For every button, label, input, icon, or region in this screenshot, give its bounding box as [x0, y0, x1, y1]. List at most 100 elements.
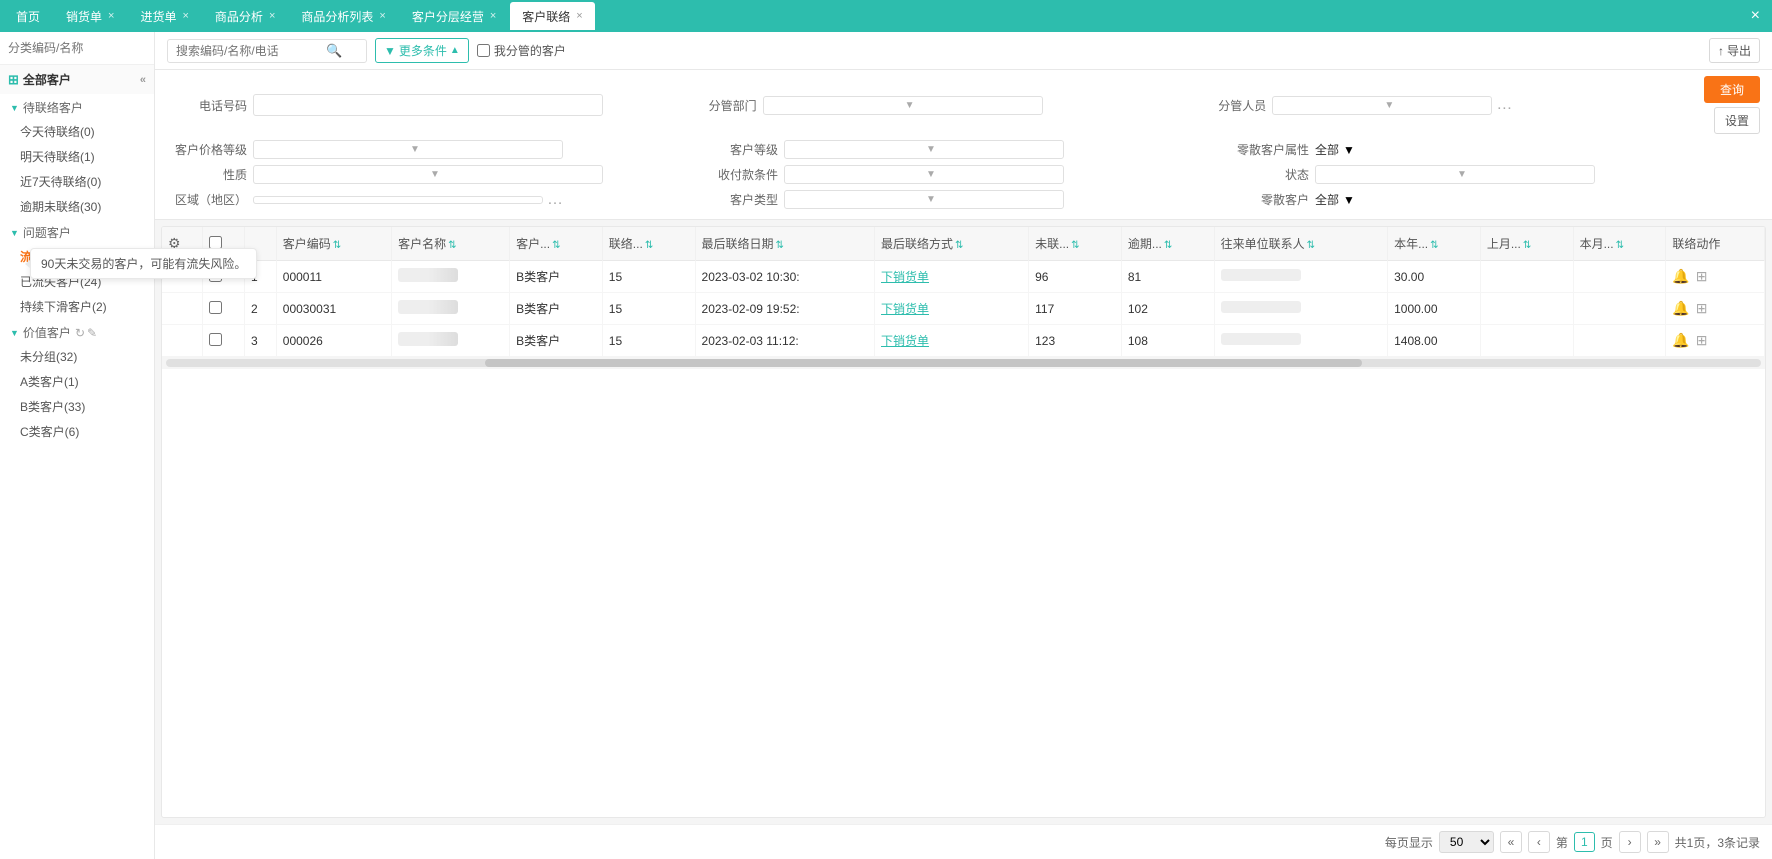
sidebar-item-overdue-contact[interactable]: 逾期未联络(30) — [0, 194, 154, 219]
th-name[interactable]: 客户名称⇅ — [392, 227, 510, 261]
tab-product-analysis-list[interactable]: 商品分析列表 × — [289, 2, 397, 30]
filter-select-region[interactable] — [253, 196, 543, 204]
tab-close-product-analysis[interactable]: × — [269, 10, 275, 22]
sidebar-item-class-c[interactable]: C类客户(6) — [0, 419, 154, 444]
th-this-year[interactable]: 本年...⇅ — [1388, 227, 1481, 261]
sidebar-item-today-contact[interactable]: 今天待联络(0) — [0, 119, 154, 144]
tab-sales-order[interactable]: 销货单 × — [54, 2, 126, 30]
sidebar-item-7day-contact[interactable]: 近7天待联络(0) — [0, 169, 154, 194]
caret-level: ▼ — [926, 144, 1057, 155]
last-page-btn[interactable]: » — [1647, 831, 1669, 853]
scrollbar-thumb[interactable] — [485, 359, 1362, 367]
filter-label-retail: 零散客户 — [1229, 191, 1309, 208]
caret-retail-attr: ▼ — [1343, 143, 1355, 157]
query-btn[interactable]: 查询 — [1704, 76, 1760, 103]
add-group-icon[interactable]: ✎ — [87, 326, 97, 340]
tab-product-analysis[interactable]: 商品分析 × — [203, 2, 287, 30]
th-last-contact-method[interactable]: 最后联络方式⇅ — [875, 227, 1029, 261]
filter-select-status[interactable]: ▼ — [1315, 165, 1595, 184]
sidebar-collapse-btn[interactable]: « — [140, 74, 146, 86]
tab-customer-contact[interactable]: 客户联络 × — [510, 2, 594, 30]
blurred-name-2 — [398, 332, 458, 346]
filter-search-input[interactable] — [176, 44, 326, 58]
action-icons-2: 🔔 ⊞ — [1672, 332, 1758, 349]
settings-btn[interactable]: 设置 — [1714, 107, 1760, 134]
next-page-btn[interactable]: › — [1619, 831, 1641, 853]
triangle-icon: ▼ — [10, 103, 19, 113]
contact-action-icon-2[interactable]: 🔔 — [1672, 332, 1689, 349]
horizontal-scrollbar[interactable] — [162, 357, 1765, 369]
filter-select-dept[interactable]: ▼ — [763, 96, 1043, 115]
sidebar-item-unclassified[interactable]: 未分组(32) — [0, 344, 154, 369]
filter-select-price-level[interactable]: ▼ — [253, 140, 563, 159]
td-contact-0: 15 — [602, 261, 695, 293]
group-problem-customer[interactable]: ▼ 问题客户 — [0, 219, 154, 244]
th-last-contact-date[interactable]: 最后联络日期⇅ — [695, 227, 874, 261]
prev-page-btn[interactable]: ‹ — [1528, 831, 1550, 853]
th-code[interactable]: 客户编码⇅ — [276, 227, 391, 261]
sidebar-item-declining[interactable]: 持续下滑客户(2) — [0, 294, 154, 319]
sidebar-search-input[interactable] — [8, 41, 155, 55]
select-all-checkbox[interactable] — [209, 236, 222, 249]
tab-customer-segmentation[interactable]: 客户分层经营 × — [400, 2, 508, 30]
contact-action-icon-0[interactable]: 🔔 — [1672, 268, 1689, 285]
tab-close-purchase-order[interactable]: × — [182, 10, 188, 22]
my-customer-checkbox-container[interactable]: 我分管的客户 — [477, 42, 566, 59]
td-overdue-0: 81 — [1121, 261, 1214, 293]
tab-close-product-analysis-list[interactable]: × — [379, 10, 385, 22]
filter-row-1: 电话号码 分管部门 ▼ 分管人员 ▼ … — [167, 76, 1760, 134]
filter-more-region[interactable]: … — [547, 191, 563, 209]
filter-select-nature[interactable]: ▼ — [253, 165, 603, 184]
td-settings-2 — [162, 325, 202, 357]
row-checkbox-1[interactable] — [209, 301, 222, 314]
more-action-icon-0[interactable]: ⊞ — [1696, 268, 1708, 285]
tab-homepage[interactable]: 首页 — [4, 2, 52, 30]
th-contact-count[interactable]: 联络...⇅ — [602, 227, 695, 261]
filter-select-level[interactable]: ▼ — [784, 140, 1064, 159]
tab-close-customer-segmentation[interactable]: × — [490, 10, 496, 22]
contact-action-icon-1[interactable]: 🔔 — [1672, 300, 1689, 317]
tab-close-sales-order[interactable]: × — [108, 10, 114, 22]
filter-select-customer-type[interactable]: ▼ — [784, 190, 1064, 209]
export-btn[interactable]: ↑ 导出 — [1709, 38, 1760, 63]
contact-method-link-2[interactable]: 下销货单 — [881, 334, 929, 348]
th-this-month[interactable]: 本月...⇅ — [1573, 227, 1666, 261]
more-action-icon-2[interactable]: ⊞ — [1696, 332, 1708, 349]
contact-method-link-1[interactable]: 下销货单 — [881, 302, 929, 316]
filter-row-3: 性质 ▼ 收付款条件 ▼ 状态 — [167, 165, 1760, 184]
filter-more-manager[interactable]: … — [1496, 96, 1512, 114]
blurred-person-2 — [1221, 333, 1301, 345]
th-contact-person[interactable]: 往来单位联系人⇅ — [1214, 227, 1388, 261]
page-suffix: 页 — [1601, 834, 1613, 851]
caret-status: ▼ — [1457, 169, 1588, 180]
sidebar-item-class-a[interactable]: A类客户(1) — [0, 369, 154, 394]
filter-select-manager[interactable]: ▼ — [1272, 96, 1492, 115]
close-all-tabs[interactable]: × — [1743, 7, 1768, 25]
caret-price-level: ▼ — [410, 144, 556, 155]
tab-purchase-order[interactable]: 进货单 × — [128, 2, 200, 30]
filter-search-icon[interactable]: 🔍 — [326, 43, 342, 59]
sort-icon-type: ⇅ — [552, 240, 560, 251]
filter-input-phone[interactable] — [253, 94, 603, 116]
sidebar-item-tomorrow-contact[interactable]: 明天待联络(1) — [0, 144, 154, 169]
edit-group-icon[interactable]: ↻ — [75, 326, 85, 340]
first-page-btn[interactable]: « — [1500, 831, 1522, 853]
row-checkbox-2[interactable] — [209, 333, 222, 346]
per-page-select[interactable]: 50 100 — [1439, 831, 1494, 853]
filter-select-payment[interactable]: ▼ — [784, 165, 1064, 184]
th-overdue[interactable]: 逾期...⇅ — [1121, 227, 1214, 261]
current-page: 1 — [1574, 832, 1595, 852]
contact-method-link-0[interactable]: 下销货单 — [881, 270, 929, 284]
group-value-customer[interactable]: ▼ 价值客户 ↻ ✎ — [0, 319, 154, 344]
more-action-icon-1[interactable]: ⊞ — [1696, 300, 1708, 317]
my-customer-checkbox[interactable] — [477, 44, 490, 57]
th-type[interactable]: 客户...⇅ — [510, 227, 603, 261]
group-pending-contact[interactable]: ▼ 待联络客户 — [0, 94, 154, 119]
tab-close-customer-contact[interactable]: × — [576, 10, 582, 22]
more-filter-btn[interactable]: ▼ 更多条件 ▲ — [375, 38, 469, 63]
sidebar-item-class-b[interactable]: B类客户(33) — [0, 394, 154, 419]
filter-label-payment: 收付款条件 — [698, 166, 778, 183]
th-not-contacted[interactable]: 未联...⇅ — [1029, 227, 1122, 261]
sidebar-root[interactable]: ⊞ 全部客户 « — [0, 65, 154, 94]
th-last-month[interactable]: 上月...⇅ — [1480, 227, 1573, 261]
